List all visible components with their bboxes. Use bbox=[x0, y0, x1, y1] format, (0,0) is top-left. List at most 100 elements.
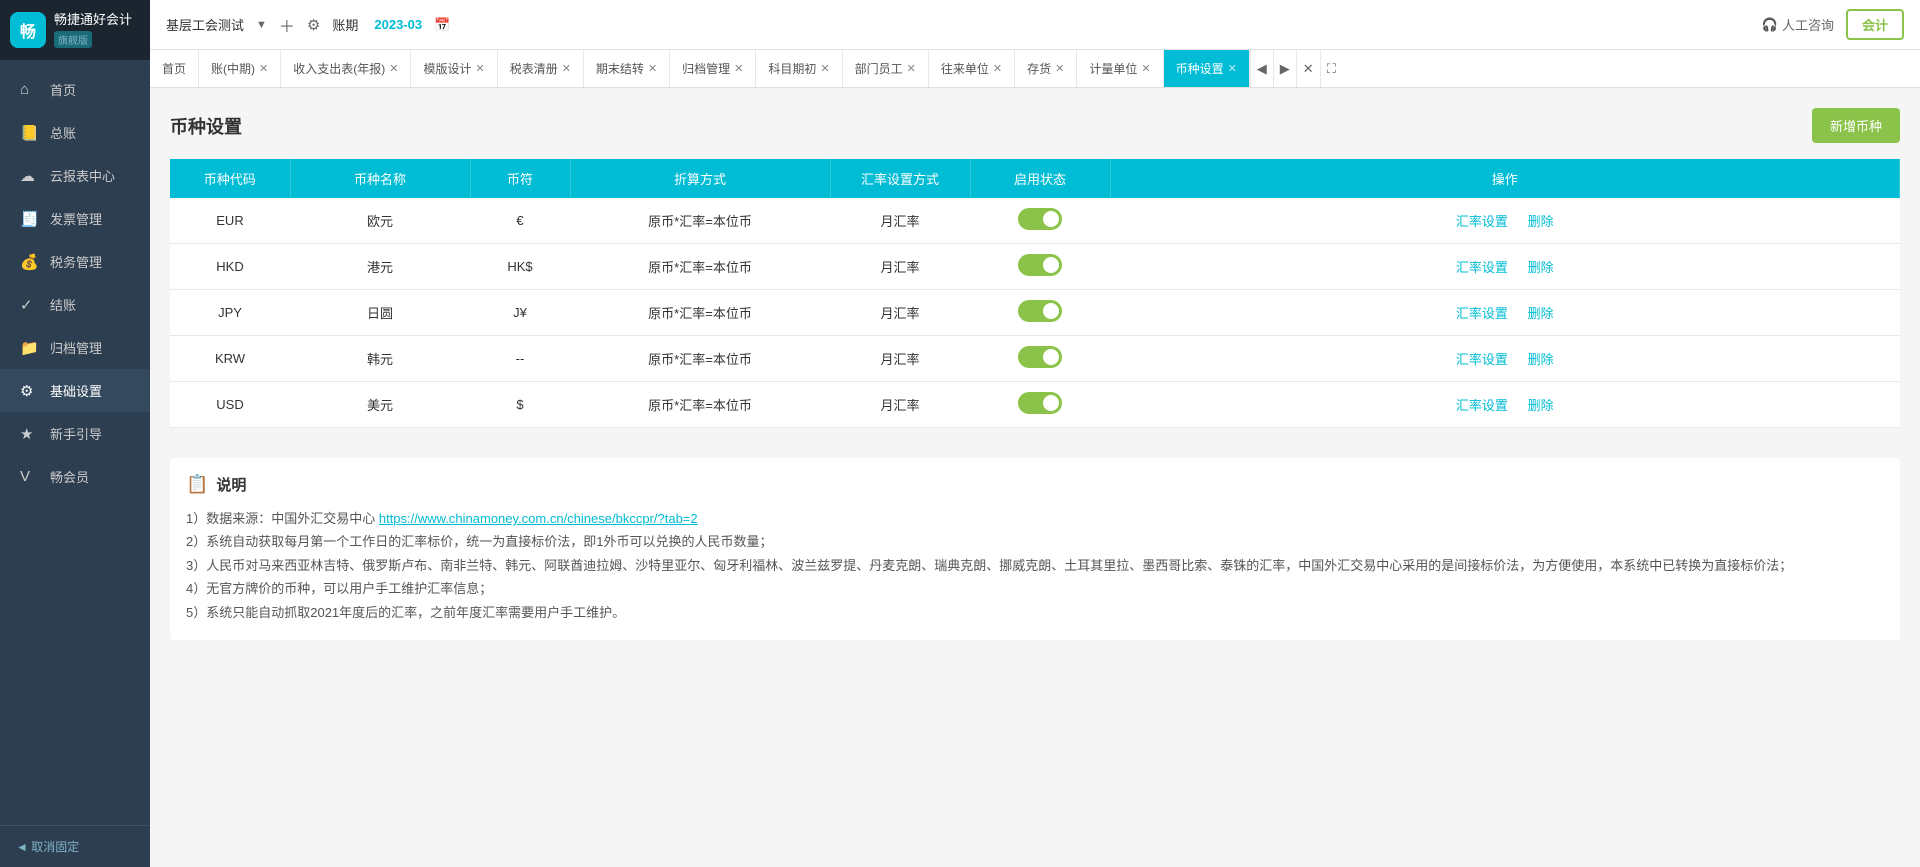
cell-action: 汇率设置 删除 bbox=[1110, 336, 1900, 382]
table-row: KRW 韩元 -- 原币*汇率=本位币 月汇率 汇率设置 删除 bbox=[170, 336, 1900, 382]
calendar-icon[interactable]: 📅 bbox=[434, 17, 450, 33]
toggle-knob bbox=[1043, 211, 1059, 227]
cell-code: HKD bbox=[170, 244, 290, 290]
sidebar-item-label: 首页 bbox=[50, 80, 76, 99]
sidebar-item-basic[interactable]: ⚙ 基础设置 bbox=[0, 369, 150, 412]
sidebar-item-label: 结账 bbox=[50, 295, 76, 314]
tab-label: 首页 bbox=[162, 60, 186, 77]
company-selector[interactable]: 基层工会测试 bbox=[166, 15, 244, 34]
tab-income-report[interactable]: 收入支出表(年报) ✕ bbox=[281, 50, 411, 87]
tab-expand-button[interactable]: ⛶ bbox=[1320, 50, 1342, 87]
cell-code: USD bbox=[170, 382, 290, 428]
note-link[interactable]: https://www.chinamoney.com.cn/chinese/bk… bbox=[379, 511, 698, 526]
tab-close-icon[interactable]: ✕ bbox=[907, 62, 916, 75]
rate-setting-link-JPY[interactable]: 汇率设置 bbox=[1456, 306, 1508, 321]
sidebar-item-checkout[interactable]: ✓ 结账 bbox=[0, 283, 150, 326]
tab-period[interactable]: 账(中期) ✕ bbox=[199, 50, 281, 87]
tab-units[interactable]: 计量单位 ✕ bbox=[1077, 50, 1163, 87]
tab-close-icon[interactable]: ✕ bbox=[1228, 62, 1237, 75]
tab-tax-table[interactable]: 税表清册 ✕ bbox=[498, 50, 584, 87]
sidebar-item-label: 新手引导 bbox=[50, 424, 102, 443]
tab-label: 账(中期) bbox=[211, 60, 255, 77]
topbar: 基层工会测试 ▼ ＋ ⚙ 账期 2023-03 📅 🎧 人工咨询 会计 bbox=[150, 0, 1920, 50]
cell-name: 美元 bbox=[290, 382, 470, 428]
delete-link-EUR[interactable]: 删除 bbox=[1528, 214, 1554, 229]
sidebar-item-member[interactable]: V 畅会员 bbox=[0, 455, 150, 498]
tab-home[interactable]: 首页 bbox=[150, 50, 199, 87]
help-button[interactable]: 🎧 人工咨询 bbox=[1762, 15, 1834, 34]
add-tab-button[interactable]: ＋ bbox=[279, 13, 295, 37]
settings-icon: ⚙ bbox=[20, 382, 40, 400]
logo-name: 畅捷通好会计 bbox=[54, 12, 132, 29]
period-value[interactable]: 2023-03 bbox=[374, 17, 422, 32]
tab-currency[interactable]: 币种设置 ✕ bbox=[1164, 50, 1250, 87]
cell-code: KRW bbox=[170, 336, 290, 382]
sidebar-item-ledger[interactable]: 📒 总账 bbox=[0, 111, 150, 154]
status-toggle-JPY[interactable] bbox=[1018, 300, 1062, 322]
status-toggle-EUR[interactable] bbox=[1018, 208, 1062, 230]
main-content: 币种设置 新增币种 币种代码 币种名称 币符 折算方式 汇率设置方式 启用状态 … bbox=[150, 88, 1920, 867]
rate-setting-link-HKD[interactable]: 汇率设置 bbox=[1456, 260, 1508, 275]
sidebar-item-tax[interactable]: 💰 税务管理 bbox=[0, 240, 150, 283]
status-toggle-USD[interactable] bbox=[1018, 392, 1062, 414]
sidebar-item-guide[interactable]: ★ 新手引导 bbox=[0, 412, 150, 455]
note-item: 4）无官方牌价的币种，可以用户手工维护汇率信息； bbox=[186, 577, 1884, 600]
status-toggle-KRW[interactable] bbox=[1018, 346, 1062, 368]
tab-archive[interactable]: 归档管理 ✕ bbox=[670, 50, 756, 87]
page-header: 币种设置 新增币种 bbox=[170, 108, 1900, 143]
settings-button[interactable]: ⚙ bbox=[307, 16, 320, 34]
tab-close-icon[interactable]: ✕ bbox=[562, 62, 571, 75]
tab-close-icon[interactable]: ✕ bbox=[1141, 62, 1150, 75]
currency-table: 币种代码 币种名称 币符 折算方式 汇率设置方式 启用状态 操作 EUR 欧元 … bbox=[170, 159, 1900, 428]
tab-contacts[interactable]: 往来单位 ✕ bbox=[929, 50, 1015, 87]
tab-close-all-button[interactable]: ✕ bbox=[1296, 50, 1320, 87]
new-currency-button[interactable]: 新增币种 bbox=[1812, 108, 1900, 143]
logo-icon: 畅 bbox=[10, 12, 46, 48]
sidebar-pin-toggle[interactable]: ◄ 取消固定 bbox=[0, 825, 150, 867]
cell-symbol: $ bbox=[470, 382, 570, 428]
delete-link-USD[interactable]: 删除 bbox=[1528, 398, 1554, 413]
cell-calc: 原币*汇率=本位币 bbox=[570, 198, 830, 244]
tab-close-icon[interactable]: ✕ bbox=[259, 62, 268, 75]
cell-calc: 原币*汇率=本位币 bbox=[570, 382, 830, 428]
note-title: 说明 bbox=[216, 474, 246, 495]
user-role-button[interactable]: 会计 bbox=[1846, 9, 1904, 40]
tab-prev-button[interactable]: ◀ bbox=[1250, 50, 1273, 87]
tab-departments[interactable]: 部门员工 ✕ bbox=[843, 50, 929, 87]
tab-close-icon[interactable]: ✕ bbox=[648, 62, 657, 75]
toggle-knob bbox=[1043, 395, 1059, 411]
toggle-knob bbox=[1043, 303, 1059, 319]
delete-link-JPY[interactable]: 删除 bbox=[1528, 306, 1554, 321]
sidebar-item-home[interactable]: ⌂ 首页 bbox=[0, 68, 150, 111]
sidebar-item-invoice[interactable]: 🧾 发票管理 bbox=[0, 197, 150, 240]
tab-close-icon[interactable]: ✕ bbox=[820, 62, 829, 75]
tab-close-icon[interactable]: ✕ bbox=[389, 62, 398, 75]
table-row: JPY 日圆 J¥ 原币*汇率=本位币 月汇率 汇率设置 删除 bbox=[170, 290, 1900, 336]
tab-period-end[interactable]: 期末结转 ✕ bbox=[584, 50, 670, 87]
tabbar: 首页 账(中期) ✕ 收入支出表(年报) ✕ 模版设计 ✕ 税表清册 ✕ 期末结… bbox=[150, 50, 1920, 88]
tab-subjects[interactable]: 科目期初 ✕ bbox=[756, 50, 842, 87]
delete-link-KRW[interactable]: 删除 bbox=[1528, 352, 1554, 367]
tab-close-icon[interactable]: ✕ bbox=[993, 62, 1002, 75]
rate-setting-link-KRW[interactable]: 汇率设置 bbox=[1456, 352, 1508, 367]
delete-link-HKD[interactable]: 删除 bbox=[1528, 260, 1554, 275]
tab-template[interactable]: 模版设计 ✕ bbox=[411, 50, 497, 87]
cell-action: 汇率设置 删除 bbox=[1110, 290, 1900, 336]
cell-status bbox=[970, 244, 1110, 290]
status-toggle-HKD[interactable] bbox=[1018, 254, 1062, 276]
table-row: HKD 港元 HK$ 原币*汇率=本位币 月汇率 汇率设置 删除 bbox=[170, 244, 1900, 290]
cell-action: 汇率设置 删除 bbox=[1110, 382, 1900, 428]
sidebar-item-reports[interactable]: ☁ 云报表中心 bbox=[0, 154, 150, 197]
sidebar-item-archive[interactable]: 📁 归档管理 bbox=[0, 326, 150, 369]
company-dropdown-icon[interactable]: ▼ bbox=[256, 19, 267, 31]
rate-setting-link-EUR[interactable]: 汇率设置 bbox=[1456, 214, 1508, 229]
period-label: 账期 bbox=[332, 15, 358, 34]
col-header-action: 操作 bbox=[1110, 159, 1900, 198]
rate-setting-link-USD[interactable]: 汇率设置 bbox=[1456, 398, 1508, 413]
tab-close-icon[interactable]: ✕ bbox=[734, 62, 743, 75]
tab-inventory[interactable]: 存货 ✕ bbox=[1015, 50, 1077, 87]
logo-badge: 旗舰版 bbox=[54, 31, 92, 48]
tab-close-icon[interactable]: ✕ bbox=[1055, 62, 1064, 75]
tab-close-icon[interactable]: ✕ bbox=[475, 62, 484, 75]
tab-next-button[interactable]: ▶ bbox=[1273, 50, 1296, 87]
